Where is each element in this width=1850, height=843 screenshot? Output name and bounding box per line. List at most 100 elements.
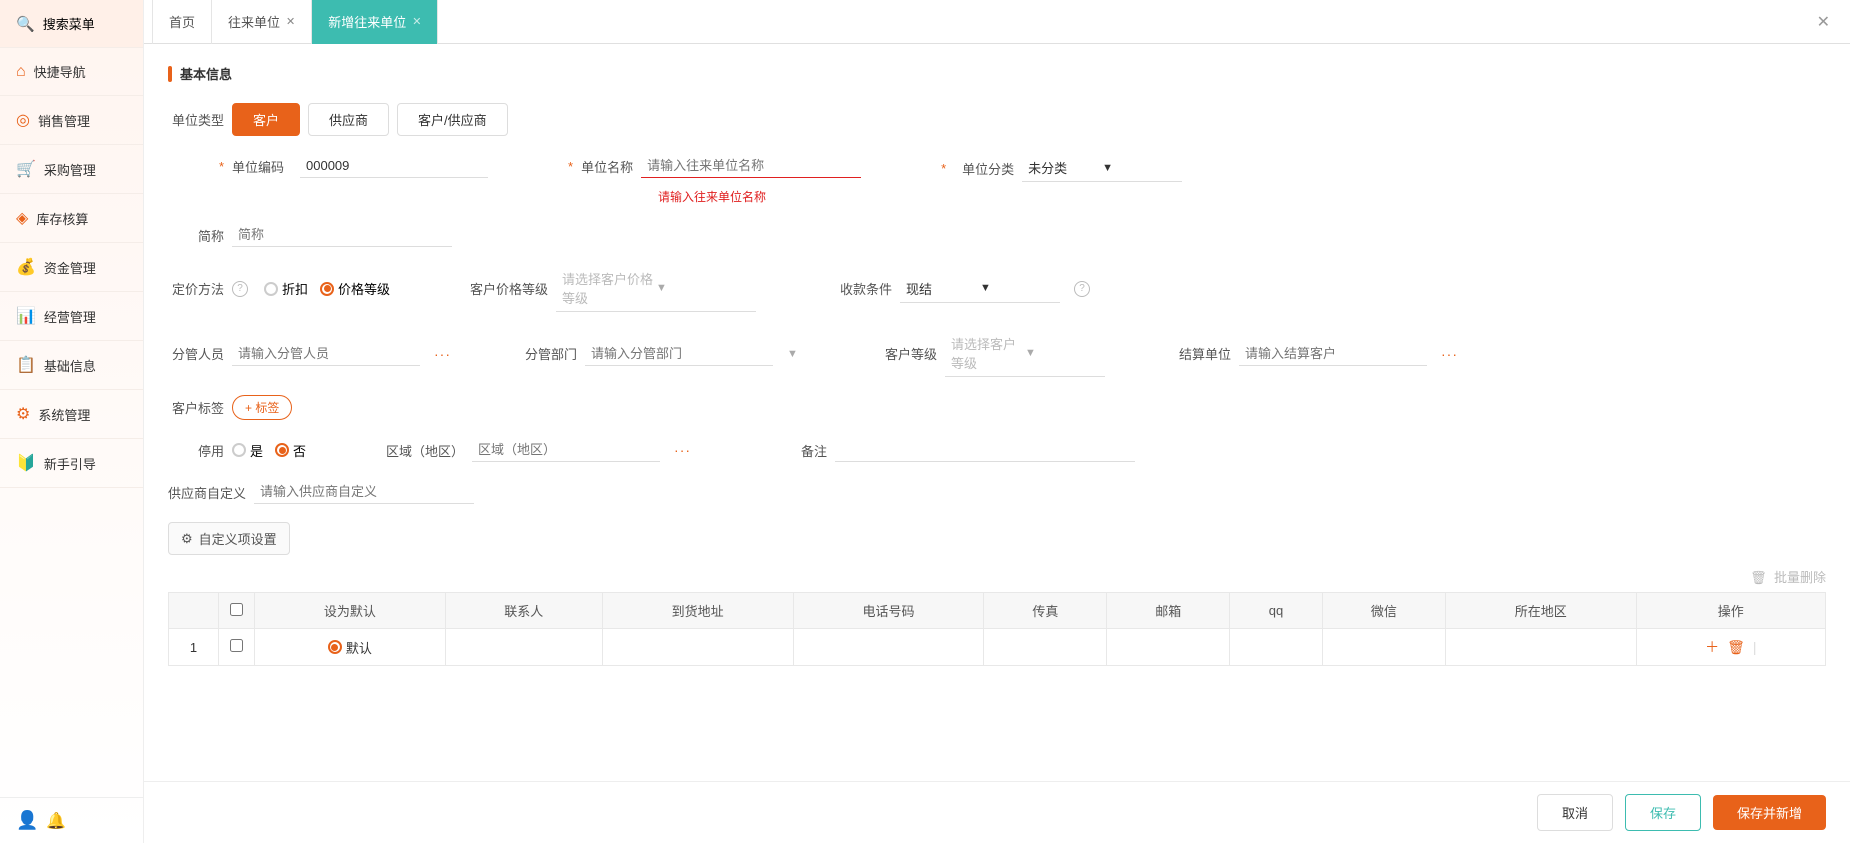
sidebar-item-finance[interactable]: 💰 资金管理: [0, 243, 143, 292]
cell-action: ＋ 🗑 |: [1636, 629, 1825, 666]
radio-disable-yes[interactable]: 是: [232, 441, 263, 460]
unit-name-field: * 单位名称 请输入往来单位名称: [568, 154, 861, 205]
radio-circle-no: [275, 443, 289, 457]
table-select-all[interactable]: [230, 603, 243, 616]
customer-price-field: 客户价格等级 请选择客户价格等级 ▼: [470, 265, 756, 312]
cell-no: 1: [169, 629, 219, 666]
manager-input[interactable]: [232, 342, 420, 366]
unit-code-input[interactable]: [300, 154, 488, 178]
sidebar-sound-icon: 🔔: [46, 811, 66, 831]
unit-name-label: 单位名称: [581, 157, 633, 176]
save-and-new-button[interactable]: 保存并新增: [1713, 795, 1826, 830]
sidebar-item-purchase[interactable]: 🛒 采购管理: [0, 145, 143, 194]
cancel-button[interactable]: 取消: [1537, 794, 1613, 831]
cell-check[interactable]: [219, 629, 255, 666]
department-input[interactable]: [585, 342, 773, 366]
sidebar-item-sales[interactable]: ◎ 销售管理: [0, 96, 143, 145]
default-radio-group: 默认: [265, 638, 435, 657]
batch-delete-label[interactable]: 批量删除: [1774, 570, 1826, 585]
section-title-label: 基本信息: [180, 64, 232, 83]
settlement-input[interactable]: [1239, 342, 1427, 366]
remark-input[interactable]: [835, 438, 1135, 462]
cell-region: [1445, 629, 1636, 666]
btn-customer[interactable]: 客户: [232, 103, 300, 136]
short-name-row: 简称: [168, 223, 1826, 247]
unit-name-input[interactable]: [641, 154, 861, 178]
department-select[interactable]: ▼: [781, 344, 811, 364]
radio-discount[interactable]: 折扣: [264, 279, 308, 298]
region-more-btn[interactable]: ···: [674, 442, 691, 458]
unit-category-select[interactable]: 未分类 ▼: [1022, 154, 1182, 182]
basic-info-icon: 📋: [16, 355, 36, 375]
custom-settings-label: 自定义项设置: [199, 529, 277, 548]
payment-question-icon[interactable]: ?: [1074, 281, 1090, 297]
customer-price-label: 客户价格等级: [470, 279, 548, 298]
radio-disable-yes-label: 是: [250, 441, 263, 460]
cell-address: [602, 629, 793, 666]
short-name-input[interactable]: [232, 223, 452, 247]
add-tag-button[interactable]: + 标签: [232, 395, 292, 420]
supplier-custom-input[interactable]: [254, 480, 474, 504]
payment-terms-field: 收款条件 现结 ▼ ?: [836, 275, 1090, 303]
main-area: 首页 往来单位 ✕ 新增往来单位 ✕ ✕ 基本信息 单位类型 客户 供应商 客户…: [144, 0, 1850, 843]
add-row-icon[interactable]: ＋: [1705, 637, 1719, 657]
search-menu-label: 搜索菜单: [43, 14, 95, 33]
col-check[interactable]: [219, 593, 255, 629]
search-menu-item[interactable]: 🔍 搜索菜单: [0, 0, 143, 48]
sidebar-item-label: 基础信息: [44, 356, 96, 375]
btn-both[interactable]: 客户/供应商: [397, 103, 508, 136]
unit-category-required-star: *: [941, 161, 946, 176]
radio-default-label: 默认: [346, 638, 372, 657]
settlement-more-btn[interactable]: ···: [1441, 346, 1458, 362]
custom-settings-button[interactable]: ⚙ 自定义项设置: [168, 522, 290, 555]
search-icon: 🔍: [16, 15, 35, 33]
sidebar-item-inventory[interactable]: ◈ 库存核算: [0, 194, 143, 243]
customer-level-select[interactable]: 请选择客户等级 ▼: [945, 330, 1105, 377]
sidebar-item-system[interactable]: ⚙ 系统管理: [0, 390, 143, 439]
sidebar-item-guide[interactable]: 🔰 新手引导: [0, 439, 143, 488]
operations-icon: 📊: [16, 306, 36, 326]
customer-tag-label: 客户标签: [168, 398, 224, 417]
remark-field: 备注: [771, 438, 1135, 462]
row-checkbox[interactable]: [230, 639, 243, 652]
radio-price-level-label: 价格等级: [338, 279, 390, 298]
system-icon: ⚙: [16, 404, 30, 424]
window-close-button[interactable]: ✕: [1805, 12, 1842, 32]
user-icon: 👤: [16, 810, 38, 831]
pricing-question-icon[interactable]: ?: [232, 281, 248, 297]
tab-contacts-label: 往来单位: [228, 12, 280, 31]
tab-new-contacts-close[interactable]: ✕: [412, 15, 421, 28]
sidebar-item-label: 资金管理: [44, 258, 96, 277]
unit-category-value: 未分类: [1028, 158, 1102, 177]
manager-row: 分管人员 ··· 分管部门 ▼ 客户等级 请选择客户等级 ▼: [168, 330, 1826, 377]
manager-more-btn[interactable]: ···: [434, 346, 451, 362]
radio-circle-yes: [232, 443, 246, 457]
chevron-down-icon: ▼: [1102, 162, 1176, 174]
radio-disable-no[interactable]: 否: [275, 441, 306, 460]
tab-contacts-close[interactable]: ✕: [286, 15, 295, 28]
sidebar-item-operations[interactable]: 📊 经营管理: [0, 292, 143, 341]
radio-price-level[interactable]: 价格等级: [320, 279, 390, 298]
sidebar-item-label: 销售管理: [38, 111, 90, 130]
tab-contacts[interactable]: 往来单位 ✕: [212, 0, 312, 44]
payment-terms-select[interactable]: 现结 ▼: [900, 275, 1060, 303]
remark-label: 备注: [771, 441, 827, 460]
delete-row-icon[interactable]: 🗑: [1727, 639, 1745, 656]
customer-price-select[interactable]: 请选择客户价格等级 ▼: [556, 265, 756, 312]
payment-terms-label: 收款条件: [836, 279, 892, 298]
btn-supplier[interactable]: 供应商: [308, 103, 389, 136]
sidebar-item-quick-nav[interactable]: ⌂ 快捷导航: [0, 48, 143, 96]
sidebar-item-basic-info[interactable]: 📋 基础信息: [0, 341, 143, 390]
region-input[interactable]: [472, 438, 660, 462]
sidebar-item-label: 系统管理: [38, 405, 90, 424]
unit-name-required-star: *: [568, 159, 573, 174]
cell-contact: [445, 629, 602, 666]
radio-default[interactable]: 默认: [328, 638, 372, 657]
short-name-label: 简称: [168, 226, 224, 245]
cell-qq: [1230, 629, 1323, 666]
save-button[interactable]: 保存: [1625, 794, 1701, 831]
short-name-field: 简称: [168, 223, 452, 247]
tab-new-contacts[interactable]: 新增往来单位 ✕: [312, 0, 438, 44]
scrollbar-icon: |: [1753, 639, 1757, 655]
tab-home[interactable]: 首页: [152, 0, 212, 44]
